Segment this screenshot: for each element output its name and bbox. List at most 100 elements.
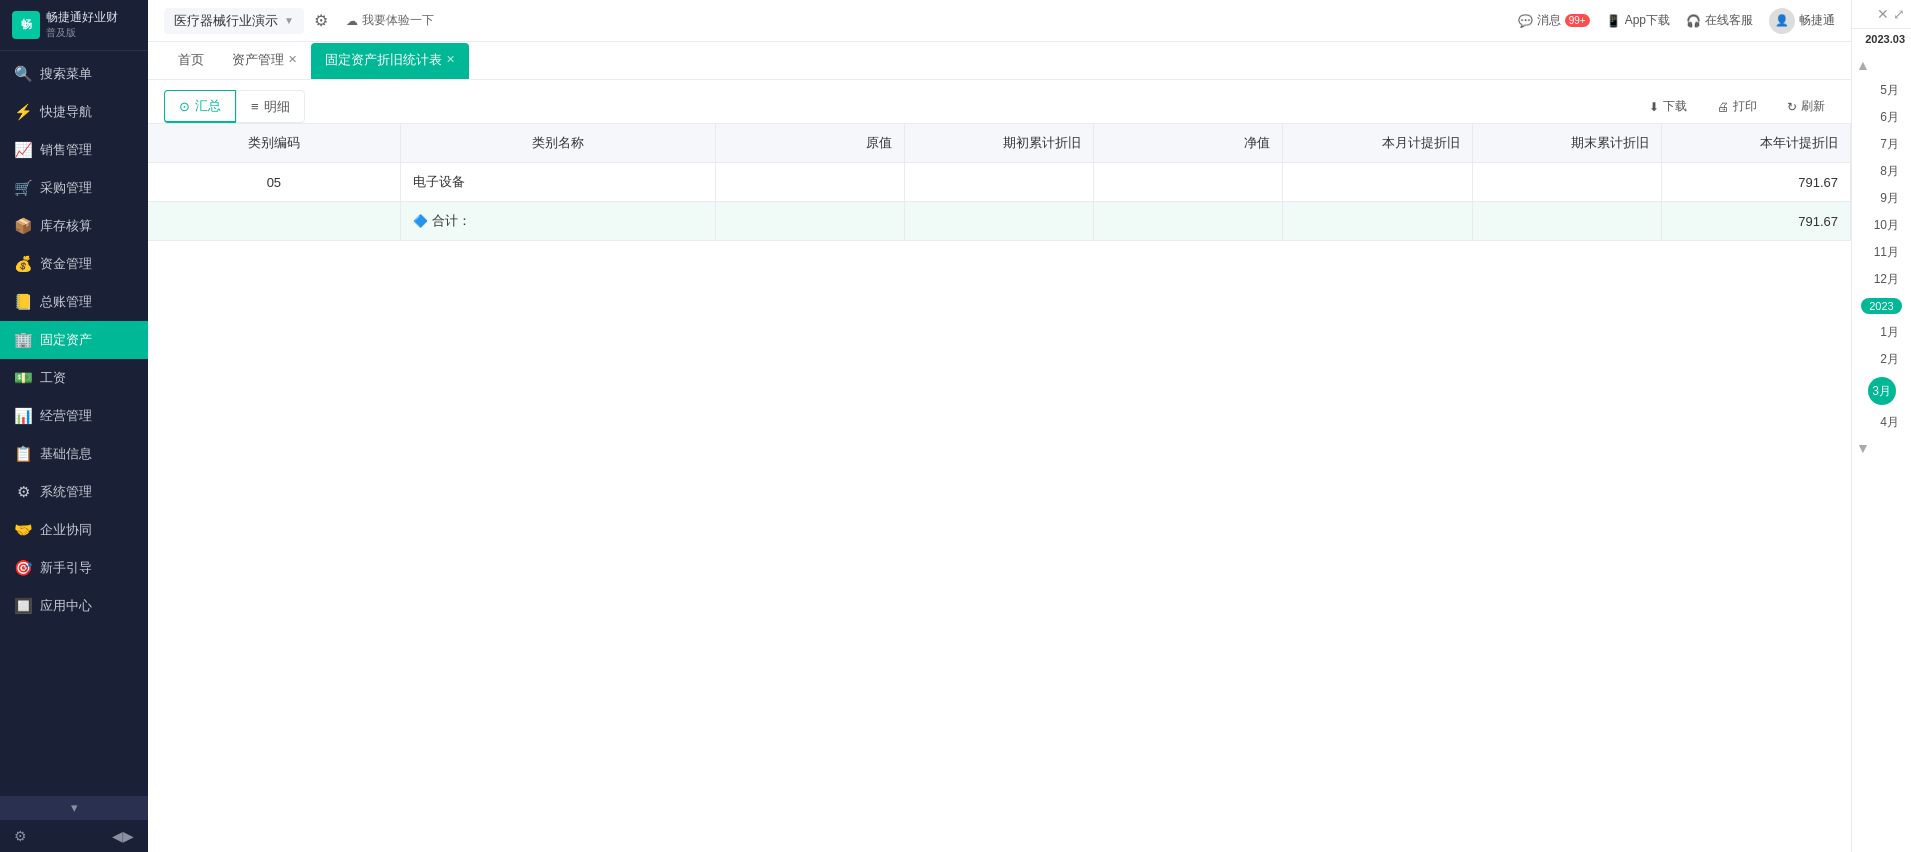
active-month-3[interactable]: 3月 [1868,377,1896,405]
sub-tabs-left: ⊙ 汇总 ≡ 明细 [164,90,305,123]
online-service-button[interactable]: 🎧 在线客服 [1686,12,1753,29]
quick-nav-icon: ⚡ [14,103,32,121]
sidebar-logo: 畅 畅捷通好业财 普及版 [0,0,148,51]
tab-depreciation-close-icon[interactable]: ✕ [446,53,455,66]
summary-icon: ⊙ [179,99,190,114]
sidebar-item-base-info[interactable]: 📋 基础信息 [0,435,148,473]
timeline-scroll-down[interactable]: ▼ [1852,436,1874,460]
sidebar-item-fixed-assets[interactable]: 🏢 固定资产 [0,321,148,359]
table-container: 类别编码 类别名称 原值 期初累计折旧 净值 本月计提折旧 期末累计折旧 本年计… [148,124,1851,852]
panel-expand-icon[interactable]: ⤢ [1893,6,1905,22]
total-period-end [1472,202,1661,241]
timeline-item-9: 9月 [1852,185,1911,212]
sidebar-item-system[interactable]: ⚙ 系统管理 [0,473,148,511]
total-original [715,202,904,241]
experience-button[interactable]: ☁ 我要体验一下 [338,9,442,32]
panel-close-icon[interactable]: ✕ [1877,6,1889,22]
sidebar-item-label: 库存核算 [40,217,92,235]
sidebar-scroll-down[interactable]: ▾ [0,796,148,819]
settings-footer-icon[interactable]: ⚙ [14,828,27,844]
sub-tab-detail-label: 明细 [264,98,290,116]
download-label: 下载 [1663,98,1687,115]
base-info-icon: 📋 [14,445,32,463]
sidebar-item-label: 应用中心 [40,597,92,615]
sub-tab-detail[interactable]: ≡ 明细 [236,90,305,123]
sub-tabs-right: ⬇ 下载 🖨 打印 ↻ 刷新 [1639,94,1835,119]
print-button[interactable]: 🖨 打印 [1707,94,1767,119]
timeline-item-8: 8月 [1852,158,1911,185]
messages-button[interactable]: 💬 消息 99+ [1518,12,1590,29]
timeline-scroll-up[interactable]: ▲ [1852,53,1874,77]
settings-icon[interactable]: ⚙ [314,11,328,30]
month-7[interactable]: 7月 [1856,133,1907,156]
sidebar-item-purchase[interactable]: 🛒 采购管理 [0,169,148,207]
sidebar-item-label: 固定资产 [40,331,92,349]
tab-asset-mgmt[interactable]: 资产管理 ✕ [218,43,311,79]
sub-tab-summary-label: 汇总 [195,97,221,115]
experience-icon: ☁ [346,14,358,28]
timeline-item-5: 5月 [1852,77,1911,104]
timeline-item-10: 10月 [1852,212,1911,239]
app-download-button[interactable]: 📱 App下载 [1606,12,1670,29]
user-menu[interactable]: 👤 畅捷通 [1769,8,1835,34]
content-area: ⊙ 汇总 ≡ 明细 ⬇ 下载 🖨 打印 ↻ 刷 [148,80,1851,852]
month-8[interactable]: 8月 [1856,160,1907,183]
refresh-label: 刷新 [1801,98,1825,115]
collab-icon: 🤝 [14,521,32,539]
avatar: 👤 [1769,8,1795,34]
tab-depreciation[interactable]: 固定资产折旧统计表 ✕ [311,43,469,79]
collapse-sidebar-icon[interactable]: ◀▶ [112,828,134,844]
month-9[interactable]: 9月 [1856,187,1907,210]
sidebar: 畅 畅捷通好业财 普及版 🔍 搜索菜单 ⚡ 快捷导航 📈 销售管理 🛒 采购管理… [0,0,148,852]
tab-home[interactable]: 首页 [164,43,218,79]
month-6[interactable]: 6月 [1856,106,1907,129]
month-10[interactable]: 10月 [1856,214,1907,237]
sidebar-item-guide[interactable]: 🎯 新手引导 [0,549,148,587]
month-11[interactable]: 11月 [1856,241,1907,264]
header-right: 💬 消息 99+ 📱 App下载 🎧 在线客服 👤 畅捷通 [1518,8,1835,34]
sidebar-item-operations[interactable]: 📊 经营管理 [0,397,148,435]
sidebar-item-finance[interactable]: 💰 资金管理 [0,245,148,283]
tab-bar: 首页 资产管理 ✕ 固定资产折旧统计表 ✕ [148,42,1851,80]
month-1[interactable]: 1月 [1856,321,1907,344]
sidebar-item-inventory[interactable]: 📦 库存核算 [0,207,148,245]
col-header-code: 类别编码 [148,124,400,163]
company-selector[interactable]: 医疗器械行业演示 ▼ [164,8,304,34]
row-original [715,163,904,202]
sidebar-item-payroll[interactable]: 💵 工资 [0,359,148,397]
download-icon: 📱 [1606,14,1621,28]
sidebar-item-quick-nav[interactable]: ⚡ 快捷导航 [0,93,148,131]
sidebar-item-label: 采购管理 [40,179,92,197]
total-code-cell [148,202,400,241]
sidebar-item-collab[interactable]: 🤝 企业协同 [0,511,148,549]
sidebar-item-label: 工资 [40,369,66,387]
month-12[interactable]: 12月 [1856,268,1907,291]
experience-label: 我要体验一下 [362,12,434,29]
col-header-original: 原值 [715,124,904,163]
sub-tab-summary[interactable]: ⊙ 汇总 [164,90,236,123]
logo-icon: 畅 [12,11,40,39]
sidebar-item-sales[interactable]: 📈 销售管理 [0,131,148,169]
year-badge[interactable]: 2023 [1861,298,1901,314]
sidebar-item-search[interactable]: 🔍 搜索菜单 [0,55,148,93]
messages-badge: 99+ [1565,14,1590,27]
download-button[interactable]: ⬇ 下载 [1639,94,1697,119]
sidebar-item-label: 搜索菜单 [40,65,92,83]
row-accumulated [905,163,1094,202]
sidebar-item-label: 企业协同 [40,521,92,539]
sub-tabs: ⊙ 汇总 ≡ 明细 ⬇ 下载 🖨 打印 ↻ 刷 [148,80,1851,124]
month-4[interactable]: 4月 [1856,411,1907,434]
sidebar-item-ledger[interactable]: 📒 总账管理 [0,283,148,321]
row-net [1094,163,1283,202]
username: 畅捷通 [1799,12,1835,29]
tab-depreciation-label: 固定资产折旧统计表 [325,51,442,69]
month-2[interactable]: 2月 [1856,348,1907,371]
sidebar-item-label: 系统管理 [40,483,92,501]
tab-asset-mgmt-close-icon[interactable]: ✕ [288,53,297,66]
month-5[interactable]: 5月 [1856,79,1907,102]
refresh-button[interactable]: ↻ 刷新 [1777,94,1835,119]
total-net [1094,202,1283,241]
total-label: 🔷 合计： [413,212,703,230]
sidebar-item-app-center[interactable]: 🔲 应用中心 [0,587,148,625]
table-total-row: 🔷 合计： 791.67 [148,202,1851,241]
